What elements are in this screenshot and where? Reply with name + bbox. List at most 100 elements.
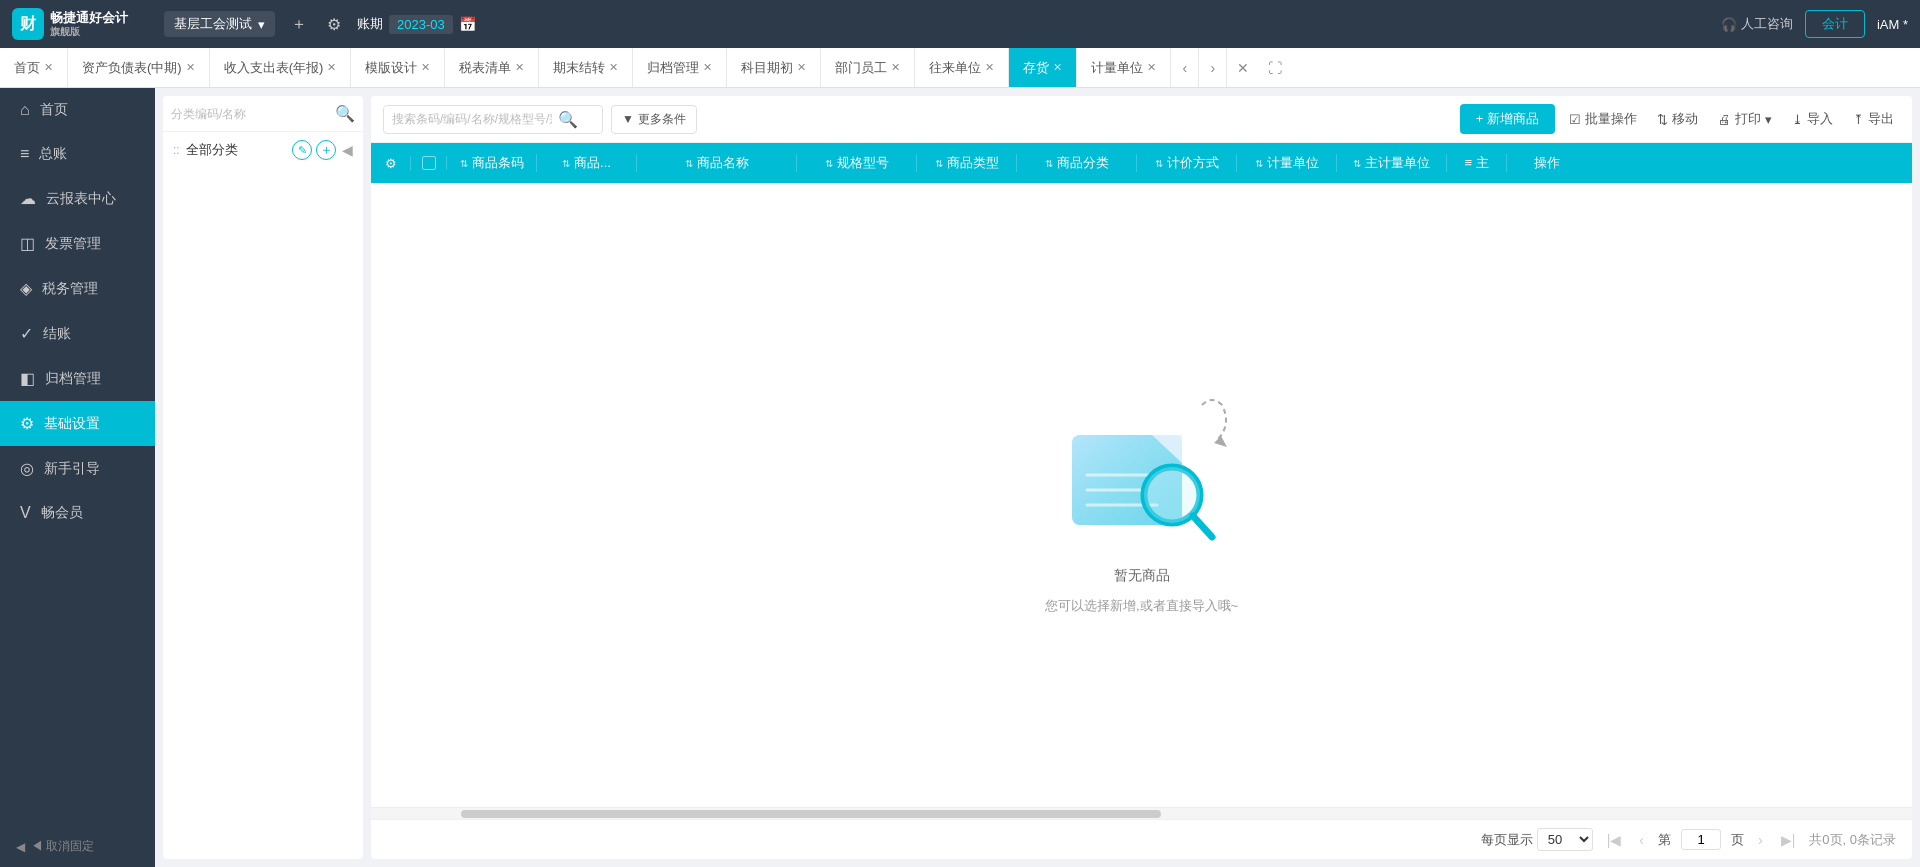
more-filter-button[interactable]: ▼ 更多条件	[611, 105, 697, 134]
tab-unit[interactable]: 计量单位 ✕	[1077, 48, 1171, 87]
th-type[interactable]: ⇅ 商品类型	[917, 154, 1017, 172]
tab-dept[interactable]: 部门员工 ✕	[821, 48, 915, 87]
tab-tax-close[interactable]: ✕	[515, 61, 524, 74]
next-page-btn[interactable]: ›	[1754, 830, 1767, 850]
tab-tax[interactable]: 税表清单 ✕	[445, 48, 539, 87]
sidebar-item-reports[interactable]: ☁ 云报表中心	[0, 176, 155, 221]
th-config[interactable]: ⚙	[371, 156, 411, 171]
batch-action-button[interactable]: ☑ 批量操作	[1563, 106, 1643, 132]
th-checkbox[interactable]	[411, 156, 447, 170]
move-label: 移动	[1672, 110, 1698, 128]
goods-search-input[interactable]	[392, 112, 552, 126]
th-name-label: 商品名称	[697, 154, 749, 172]
import-button[interactable]: ⤓ 导入	[1786, 106, 1839, 132]
tab-balance[interactable]: 资产负债表(中期) ✕	[68, 48, 210, 87]
page-number-input[interactable]	[1681, 829, 1721, 850]
th-action-label: 操作	[1534, 154, 1560, 172]
tab-inventory-close[interactable]: ✕	[1053, 61, 1062, 74]
add-goods-button[interactable]: + 新增商品	[1460, 104, 1555, 134]
calendar-icon[interactable]: 📅	[459, 16, 476, 32]
collapse-panel-btn[interactable]: ◀	[342, 142, 353, 158]
sidebar-item-member[interactable]: V 畅会员	[0, 491, 155, 535]
company-selector[interactable]: 基层工会测试 ▾	[164, 11, 275, 37]
sort-icon-4: ⇅	[825, 158, 833, 169]
svg-line-8	[1193, 516, 1212, 537]
tab-archive-close[interactable]: ✕	[703, 61, 712, 74]
sidebar-item-home[interactable]: ⌂ 首页	[0, 88, 155, 132]
service-label: 人工咨询	[1741, 15, 1793, 33]
sidebar-item-settings[interactable]: ⚙ 基础设置	[0, 401, 155, 446]
sort-icon-2: ⇅	[562, 158, 570, 169]
pagination-bar: 每页显示 20 50 100 200 |◀ ‹ 第 页 › ▶|	[371, 819, 1912, 859]
empty-illustration	[1042, 375, 1242, 555]
service-button[interactable]: 🎧 人工咨询	[1721, 15, 1793, 33]
tab-template[interactable]: 模版设计 ✕	[351, 48, 445, 87]
first-page-btn[interactable]: |◀	[1603, 830, 1626, 850]
th-category[interactable]: ⇅ 商品分类	[1017, 154, 1137, 172]
tab-home-label: 首页	[14, 59, 40, 77]
prev-page-btn[interactable]: ‹	[1635, 830, 1648, 850]
tab-archive[interactable]: 归档管理 ✕	[633, 48, 727, 87]
cloud-icon: ☁	[20, 189, 36, 208]
page-label: 第	[1658, 831, 1671, 849]
edit-category-icon[interactable]: ✎	[292, 140, 312, 160]
th-name[interactable]: ⇅ 商品名称	[637, 154, 797, 172]
tab-home[interactable]: 首页 ✕	[0, 48, 68, 87]
move-button[interactable]: ⇅ 移动	[1651, 106, 1704, 132]
th-barcode[interactable]: ⇅ 商品条码	[447, 154, 537, 172]
th-main-unit[interactable]: ⇅ 主计量单位	[1337, 154, 1447, 172]
empty-state: 暂无商品 您可以选择新增,或者直接导入哦~	[371, 183, 1912, 807]
scroll-thumb[interactable]	[461, 810, 1161, 818]
add-category-icon[interactable]: ＋	[316, 140, 336, 160]
search-icon[interactable]: 🔍	[558, 110, 578, 129]
tab-next-btn[interactable]: ›	[1199, 48, 1227, 87]
sidebar-item-tax[interactable]: ◈ 税务管理	[0, 266, 155, 311]
per-page-dropdown[interactable]: 20 50 100 200	[1537, 828, 1593, 851]
category-search-input[interactable]	[171, 107, 329, 121]
last-page-btn[interactable]: ▶|	[1777, 830, 1800, 850]
export-button[interactable]: ⤒ 导出	[1847, 106, 1900, 132]
tab-unit-close[interactable]: ✕	[1147, 61, 1156, 74]
iam-label: iAM *	[1877, 17, 1908, 32]
sidebar-item-settings-label: 基础设置	[44, 415, 100, 433]
tab-period[interactable]: 期末结转 ✕	[539, 48, 633, 87]
tab-balance-close[interactable]: ✕	[186, 61, 195, 74]
left-panel: 🔍 :: 全部分类 ✎ ＋ ◀	[163, 96, 363, 859]
th-unit[interactable]: ⇅ 计量单位	[1237, 154, 1337, 172]
tab-dept-close[interactable]: ✕	[891, 61, 900, 74]
tab-close-all-btn[interactable]: ✕	[1227, 48, 1259, 87]
tab-period-close[interactable]: ✕	[609, 61, 618, 74]
app-sub: 旗舰版	[50, 26, 128, 38]
all-category-label[interactable]: 全部分类	[186, 141, 286, 159]
tab-home-close[interactable]: ✕	[44, 61, 53, 74]
sidebar-item-archive[interactable]: ◧ 归档管理	[0, 356, 155, 401]
tab-template-close[interactable]: ✕	[421, 61, 430, 74]
tab-contacts[interactable]: 往来单位 ✕	[915, 48, 1009, 87]
add-tab-icon[interactable]: ＋	[287, 10, 311, 39]
period-value[interactable]: 2023-03	[389, 15, 453, 34]
account-button[interactable]: 会计	[1805, 10, 1865, 38]
print-button[interactable]: 🖨 打印 ▾	[1712, 106, 1778, 132]
tab-income-close[interactable]: ✕	[327, 61, 336, 74]
sidebar-item-invoice[interactable]: ◫ 发票管理	[0, 221, 155, 266]
sidebar-item-guide[interactable]: ◎ 新手引导	[0, 446, 155, 491]
category-search-icon[interactable]: 🔍	[335, 104, 355, 123]
th-more[interactable]: ≡ 主	[1447, 154, 1507, 172]
tab-income[interactable]: 收入支出表(年报) ✕	[210, 48, 352, 87]
tab-subjects[interactable]: 科目期初 ✕	[727, 48, 821, 87]
tab-inventory[interactable]: 存货 ✕	[1009, 48, 1077, 87]
cancel-pin-button[interactable]: ◀ ◀ 取消固定	[0, 826, 155, 867]
table-scrollbar[interactable]	[371, 807, 1912, 819]
sidebar-item-ledger[interactable]: ≡ 总账	[0, 132, 155, 176]
th-price-method[interactable]: ⇅ 计价方式	[1137, 154, 1237, 172]
tab-prev-btn[interactable]: ‹	[1171, 48, 1199, 87]
tab-subjects-close[interactable]: ✕	[797, 61, 806, 74]
settings-icon[interactable]: ⚙	[323, 11, 345, 38]
th-spec[interactable]: ⇅ 规格型号	[797, 154, 917, 172]
tab-contacts-close[interactable]: ✕	[985, 61, 994, 74]
th-action: 操作	[1507, 154, 1587, 172]
tab-expand-btn[interactable]: ⛶	[1259, 48, 1291, 87]
select-all-checkbox[interactable]	[422, 156, 436, 170]
sidebar-item-close[interactable]: ✓ 结账	[0, 311, 155, 356]
th-code[interactable]: ⇅ 商品...	[537, 154, 637, 172]
